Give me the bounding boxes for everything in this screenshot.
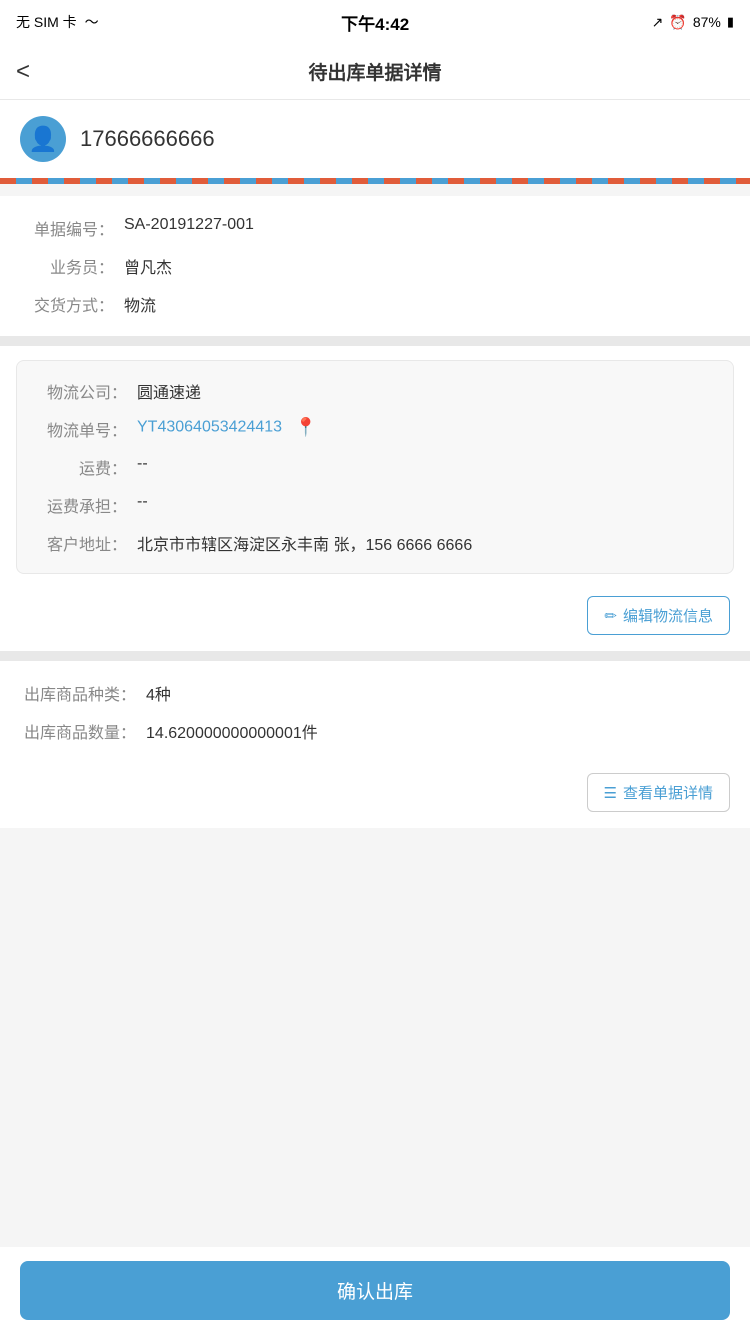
goods-quantity-row: 出库商品数量： 14.620000000000001件 xyxy=(24,719,726,743)
freight-label: 运费： xyxy=(37,455,127,479)
freight-row: 运费： -- xyxy=(37,455,713,479)
salesman-value: 曾凡杰 xyxy=(124,254,726,278)
alarm-icon: ⏰ xyxy=(669,14,686,31)
address-value: 北京市市辖区海淀区永丰南 张，156 6666 6666 xyxy=(137,531,713,555)
nav-bar: < 待出库单据详情 xyxy=(0,44,750,100)
freight-bearer-value: -- xyxy=(137,493,713,511)
section-separator-2 xyxy=(0,651,750,661)
location-arrow-icon: ↗ xyxy=(652,14,664,31)
tracking-value: YT43064053424413 📍 xyxy=(137,417,713,438)
status-right: ↗ ⏰ 87% ▮ xyxy=(652,14,734,31)
order-no-row: 单据编号： SA-20191227-001 xyxy=(24,216,726,240)
address-label: 客户地址： xyxy=(37,531,127,555)
delivery-row: 交货方式： 物流 xyxy=(24,292,726,316)
salesman-label: 业务员： xyxy=(24,254,114,278)
tracking-label: 物流单号： xyxy=(37,417,127,441)
detail-btn-label: 查看单据详情 xyxy=(623,782,713,803)
logistics-card: 物流公司： 圆通速递 物流单号： YT43064053424413 📍 运费： … xyxy=(16,360,734,574)
goods-quantity-label: 出库商品数量： xyxy=(24,719,136,743)
logistics-container: 物流公司： 圆通速递 物流单号： YT43064053424413 📍 运费： … xyxy=(0,346,750,651)
freight-bearer-row: 运费承担： -- xyxy=(37,493,713,517)
page-title: 待出库单据详情 xyxy=(308,58,441,85)
tracking-row: 物流单号： YT43064053424413 📍 xyxy=(37,417,713,441)
edit-icon: ✏ xyxy=(604,607,617,625)
battery-text: 87% xyxy=(693,14,721,30)
goods-quantity-value: 14.620000000000001件 xyxy=(146,719,726,743)
basic-info-section: 单据编号： SA-20191227-001 业务员： 曾凡杰 交货方式： 物流 xyxy=(0,196,750,336)
address-row: 客户地址： 北京市市辖区海淀区永丰南 张，156 6666 6666 xyxy=(37,531,713,555)
location-pin-icon: 📍 xyxy=(294,417,316,438)
person-icon: 👤 xyxy=(28,125,58,154)
customer-header: 👤 17666666666 xyxy=(0,100,750,178)
freight-bearer-label: 运费承担： xyxy=(37,493,127,517)
wifi-icon: 〜 xyxy=(85,12,99,32)
order-no-label: 单据编号： xyxy=(24,216,114,240)
status-bar: 无 SIM 卡 〜 下午4:42 ↗ ⏰ 87% ▮ xyxy=(0,0,750,44)
delivery-value: 物流 xyxy=(124,292,726,316)
no-sim-text: 无 SIM 卡 xyxy=(16,12,77,32)
company-row: 物流公司： 圆通速递 xyxy=(37,379,713,403)
delivery-label: 交货方式： xyxy=(24,292,114,316)
company-label: 物流公司： xyxy=(37,379,127,403)
goods-types-row: 出库商品种类： 4种 xyxy=(24,681,726,705)
status-left: 无 SIM 卡 〜 xyxy=(16,12,99,32)
status-time: 下午4:42 xyxy=(341,10,409,35)
back-button[interactable]: < xyxy=(16,58,30,86)
freight-value: -- xyxy=(137,455,713,473)
confirm-btn-container: 确认出库 xyxy=(0,1247,750,1334)
edit-btn-container: ✏ 编辑物流信息 xyxy=(0,586,750,651)
company-value: 圆通速递 xyxy=(137,379,713,403)
battery-icon: ▮ xyxy=(727,14,734,30)
salesman-row: 业务员： 曾凡杰 xyxy=(24,254,726,278)
goods-section: 出库商品种类： 4种 出库商品数量： 14.620000000000001件 xyxy=(0,661,750,763)
avatar: 👤 xyxy=(20,116,66,162)
edit-btn-label: 编辑物流信息 xyxy=(623,605,713,626)
dashed-divider xyxy=(0,178,750,184)
customer-phone: 17666666666 xyxy=(80,126,215,152)
order-no-value: SA-20191227-001 xyxy=(124,216,726,234)
view-detail-button[interactable]: ☰ 查看单据详情 xyxy=(587,773,730,812)
empty-space xyxy=(0,828,750,1028)
list-icon: ☰ xyxy=(604,784,617,802)
section-separator-1 xyxy=(0,336,750,346)
confirm-outbound-button[interactable]: 确认出库 xyxy=(20,1261,730,1320)
edit-logistics-button[interactable]: ✏ 编辑物流信息 xyxy=(587,596,730,635)
goods-types-value: 4种 xyxy=(146,681,726,705)
goods-types-label: 出库商品种类： xyxy=(24,681,136,705)
detail-btn-container: ☰ 查看单据详情 xyxy=(0,763,750,828)
